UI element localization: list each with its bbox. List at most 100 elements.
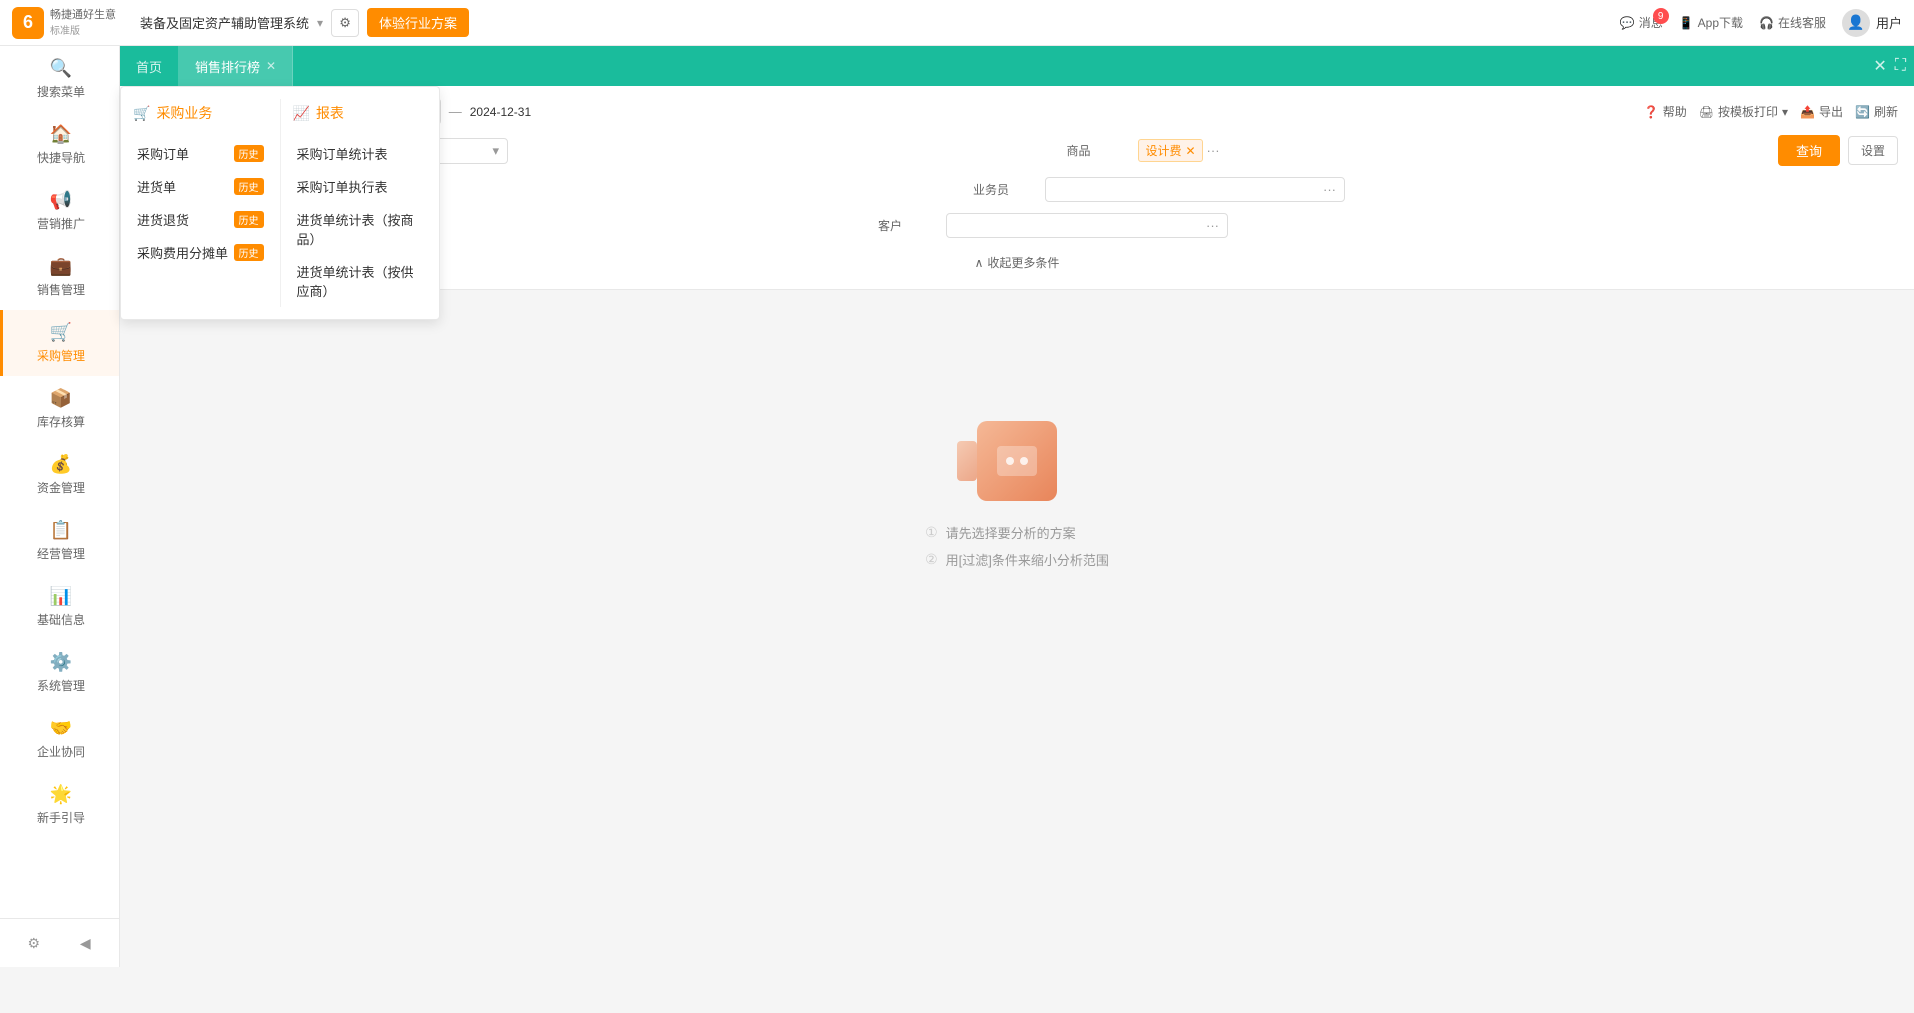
message-badge: 9 (1653, 8, 1669, 24)
sidebar-item-search[interactable]: 🔍 搜索菜单 (0, 46, 119, 112)
tab-home[interactable]: 首页 (120, 46, 179, 86)
sidebar-item-finance[interactable]: 💰 资金管理 (0, 442, 119, 508)
sidebar-item-operation[interactable]: 📋 经营管理 (0, 508, 119, 574)
phone-icon: 📱 (1679, 16, 1694, 30)
goods-tag: 设计费 ✕ (1138, 139, 1202, 162)
settings-icon: ⚙️ (50, 652, 72, 673)
salesman-dots[interactable]: ··· (1323, 182, 1336, 197)
goods-tag-close[interactable]: ✕ (1185, 144, 1195, 158)
star-icon: 🌟 (50, 784, 72, 805)
home-icon: 🏠 (50, 124, 72, 145)
customer-dots[interactable]: ··· (1206, 218, 1219, 233)
query-button[interactable]: 查询 (1778, 135, 1840, 166)
gear-button[interactable]: ⚙ (331, 9, 359, 37)
message-icon: 💬 (1620, 16, 1635, 30)
top-header: 6 畅捷通好生意 标准版 装备及固定资产辅助管理系统 ▾ ⚙ 体验行业方案 💬 … (0, 0, 1914, 46)
robot-body (977, 421, 1057, 501)
history-badge: 历史 (234, 145, 264, 162)
goods-return-item[interactable]: 进货退货 历史 (133, 203, 268, 236)
box-icon: 📦 (50, 388, 72, 409)
tab-sales-rank[interactable]: 销售排行榜 ✕ (179, 46, 293, 86)
app-download-button[interactable]: 📱 App下载 (1679, 14, 1743, 31)
cart-icon: 🛒 (50, 322, 72, 343)
message-button[interactable]: 💬 消息 9 (1620, 14, 1663, 31)
user-menu[interactable]: 👤 用户 (1842, 9, 1902, 37)
customer-field-wrap: 客户 ··· (878, 213, 1228, 238)
headset-icon: 🎧 (1759, 16, 1774, 30)
tab-bar: 首页 销售排行榜 ✕ ✕ ⛶ (120, 46, 1914, 86)
purchase-expense-item[interactable]: 采购费用分摊单 历史 (133, 236, 268, 269)
goods-more-button[interactable]: ··· (1207, 143, 1220, 158)
tab-close-icon[interactable]: ✕ (266, 59, 276, 73)
export-button[interactable]: 📤 导出 (1800, 103, 1843, 120)
purchase-header-icon: 🛒 (133, 105, 150, 122)
money-icon: 💰 (50, 454, 72, 475)
toolbar-right: ❓ 帮助 🖨 按模板打印 ▾ 📤 导出 🔄 刷新 (1644, 103, 1898, 120)
header-mid: 装备及固定资产辅助管理系统 ▾ ⚙ 体验行业方案 (132, 8, 1620, 37)
megaphone-icon: 📢 (50, 190, 72, 211)
history-badge: 历史 (234, 211, 264, 228)
date-value: 2024-12-31 (470, 105, 531, 119)
sidebar-item-quicknav[interactable]: 🏠 快捷导航 (0, 112, 119, 178)
sidebar-item-system[interactable]: ⚙️ 系统管理 (0, 640, 119, 706)
logo-area: 6 畅捷通好生意 标准版 (12, 7, 132, 39)
goods-field: 设计费 ✕ ··· (1138, 139, 1219, 162)
empty-hint-2: ② 用[过滤]条件来缩小分析范围 (925, 550, 1109, 569)
sidebar-item-cooperation[interactable]: 🤝 企业协同 (0, 706, 119, 772)
sidebar-item-marketing[interactable]: 📢 营销推广 (0, 178, 119, 244)
help-button[interactable]: ❓ 帮助 (1644, 103, 1687, 120)
tab-expand-button[interactable]: ⛶ (1895, 57, 1906, 75)
goods-stats-by-product-item[interactable]: 进货单统计表（按商品） (293, 203, 428, 255)
purchase-order-stats-item[interactable]: 采购订单统计表 (293, 137, 428, 170)
chevron-up-icon: ∧ (975, 256, 984, 270)
report-header-icon: 📈 (293, 105, 310, 122)
purchase-order-item[interactable]: 采购订单 历史 (133, 137, 268, 170)
sidebar-settings-button[interactable]: ⚙ (18, 927, 50, 959)
sidebar-bottom: ⚙ ◀ (0, 918, 119, 967)
tab-controls: ✕ ⛶ (1865, 46, 1914, 86)
purchase-header: 🛒 采购业务 (133, 99, 268, 127)
logo-icon: 6 (12, 7, 44, 39)
sys-title: 装备及固定资产辅助管理系统 (140, 13, 309, 32)
export-icon: 📤 (1800, 105, 1815, 119)
industry-button[interactable]: 体验行业方案 (367, 8, 469, 37)
chart-icon: 📊 (50, 586, 72, 607)
search-icon: 🔍 (50, 58, 72, 79)
refresh-button[interactable]: 🔄 刷新 (1855, 103, 1898, 120)
report-header: 📈 报表 (293, 99, 428, 127)
salesman-select[interactable]: ··· (1045, 177, 1345, 202)
purchase-order-exec-item[interactable]: 采购订单执行表 (293, 170, 428, 203)
purchase-col: 🛒 采购业务 采购订单 历史 进货单 历史 进货退货 历史 采购费用分摊单 历史 (121, 99, 281, 307)
goods-label: 商品 (1066, 142, 1126, 159)
settings-button[interactable]: 设置 (1848, 136, 1898, 165)
history-badge: 历史 (234, 178, 264, 195)
empty-illustration (957, 411, 1077, 511)
sidebar-collapse-button[interactable]: ◀ (69, 927, 101, 959)
customer-select[interactable]: ··· (946, 213, 1228, 238)
help-icon: ❓ (1644, 105, 1659, 119)
filter-actions: 查询 设置 (1778, 135, 1898, 166)
sidebar-item-basic[interactable]: 📊 基础信息 (0, 574, 119, 640)
tab-close-button[interactable]: ✕ (1873, 56, 1886, 76)
online-service-button[interactable]: 🎧 在线客服 (1759, 14, 1826, 31)
print-dropdown-icon: ▾ (1782, 105, 1788, 119)
empty-state: ① 请先选择要分析的方案 ② 用[过滤]条件来缩小分析范围 (120, 290, 1914, 690)
sidebar-item-newbie[interactable]: 🌟 新手引导 (0, 772, 119, 838)
goods-stats-by-supplier-item[interactable]: 进货单统计表（按供应商） (293, 255, 428, 307)
goods-receipt-item[interactable]: 进货单 历史 (133, 170, 268, 203)
logo-text: 畅捷通好生意 标准版 (50, 8, 116, 37)
print-button[interactable]: 🖨 按模板打印 ▾ (1699, 103, 1788, 120)
history-badge: 历史 (234, 244, 264, 261)
sidebar-item-sales[interactable]: 💼 销售管理 (0, 244, 119, 310)
salesman-label: 业务员 (973, 181, 1033, 198)
sidebar-item-purchase[interactable]: 🛒 采购管理 (0, 310, 119, 376)
dropdown-arrow-icon[interactable]: ▾ (317, 16, 323, 30)
avatar: 👤 (1842, 9, 1870, 37)
refresh-icon: 🔄 (1855, 105, 1870, 119)
empty-hint-1: ① 请先选择要分析的方案 (925, 523, 1109, 542)
print-icon: 🖨 (1699, 105, 1714, 119)
sidebar: 🔍 搜索菜单 🏠 快捷导航 📢 营销推广 💼 销售管理 🛒 采购管理 📦 库存核… (0, 46, 120, 967)
sidebar-item-inventory[interactable]: 📦 库存核算 (0, 376, 119, 442)
handshake-icon: 🤝 (50, 718, 72, 739)
report-col: 📈 报表 采购订单统计表 采购订单执行表 进货单统计表（按商品） 进货单统计表（… (281, 99, 440, 307)
